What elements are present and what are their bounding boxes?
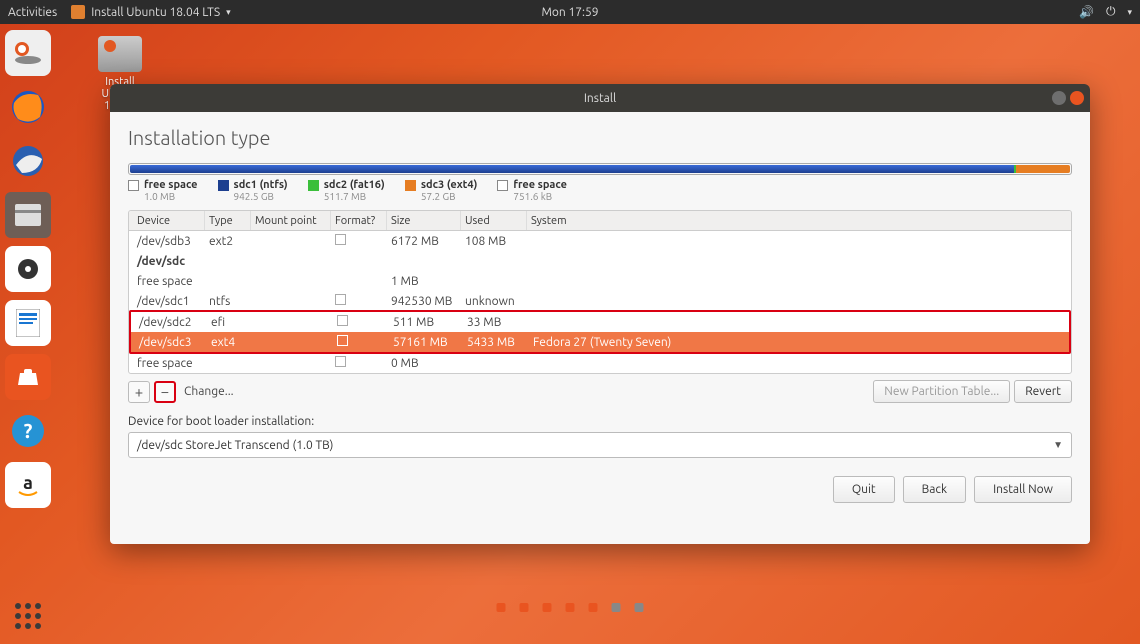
new-partition-table-button[interactable]: New Partition Table... bbox=[873, 380, 1010, 403]
close-button[interactable] bbox=[1070, 91, 1084, 105]
legend-item: free space751.6 kB bbox=[497, 179, 567, 202]
legend-item: sdc2 (fat16)511.7 MB bbox=[308, 179, 385, 202]
col-used[interactable]: Used bbox=[461, 211, 527, 230]
dock-help[interactable]: ? bbox=[5, 408, 51, 454]
top-panel: Activities Install Ubuntu 18.04 LTS ▾ Mo… bbox=[0, 0, 1140, 24]
power-icon[interactable]: ⏻ bbox=[1106, 5, 1116, 19]
partition-table: Device Type Mount point Format? Size Use… bbox=[128, 210, 1072, 374]
window-titlebar[interactable]: Install bbox=[110, 84, 1090, 112]
revert-button[interactable]: Revert bbox=[1014, 380, 1072, 403]
format-checkbox[interactable] bbox=[337, 335, 348, 346]
col-size[interactable]: Size bbox=[387, 211, 461, 230]
swatch-icon bbox=[497, 180, 508, 191]
legend-item: free space1.0 MB bbox=[128, 179, 198, 202]
chevron-down-icon: ▾ bbox=[1127, 7, 1132, 18]
partition-row[interactable]: free space1 MB bbox=[129, 271, 1071, 291]
activities-button[interactable]: Activities bbox=[8, 6, 57, 19]
partition-row[interactable]: free space0 MB bbox=[129, 353, 1071, 373]
highlighted-rows: /dev/sdc2efi511 MB33 MB/dev/sdc3ext45716… bbox=[129, 310, 1071, 354]
clock[interactable]: Mon 17:59 bbox=[541, 6, 598, 19]
dock-software[interactable] bbox=[5, 354, 51, 400]
svg-text:a: a bbox=[23, 473, 33, 493]
change-partition-button[interactable]: Change... bbox=[184, 385, 234, 398]
partition-row[interactable]: /dev/sdc bbox=[129, 251, 1071, 271]
format-checkbox[interactable] bbox=[335, 234, 346, 245]
col-device[interactable]: Device bbox=[133, 211, 205, 230]
app-title: Install Ubuntu 18.04 LTS bbox=[91, 6, 220, 19]
dock-amazon[interactable]: a bbox=[5, 462, 51, 508]
ubiquity-icon bbox=[71, 5, 85, 19]
format-checkbox[interactable] bbox=[335, 356, 346, 367]
window-title: Install bbox=[584, 92, 616, 105]
dock-files[interactable] bbox=[5, 192, 51, 238]
dock-ubiquity[interactable] bbox=[5, 30, 51, 76]
show-applications-button[interactable] bbox=[10, 598, 46, 634]
dock-thunderbird[interactable] bbox=[5, 138, 51, 184]
quit-button[interactable]: Quit bbox=[833, 476, 895, 503]
bootloader-label: Device for boot loader installation: bbox=[128, 415, 1072, 428]
table-header: Device Type Mount point Format? Size Use… bbox=[129, 211, 1071, 231]
swatch-icon bbox=[218, 180, 229, 191]
legend-item: sdc3 (ext4)57.2 GB bbox=[405, 179, 478, 202]
dock-writer[interactable] bbox=[5, 300, 51, 346]
svg-text:?: ? bbox=[24, 419, 33, 442]
launcher-dock: ? a bbox=[0, 24, 56, 644]
app-indicator[interactable]: Install Ubuntu 18.04 LTS ▾ bbox=[71, 5, 230, 19]
partition-row[interactable]: /dev/sdb3ext26172 MB108 MB bbox=[129, 231, 1071, 251]
page-heading: Installation type bbox=[128, 126, 1072, 149]
format-checkbox[interactable] bbox=[337, 315, 348, 326]
swatch-icon bbox=[308, 180, 319, 191]
swatch-icon bbox=[405, 180, 416, 191]
installer-icon bbox=[98, 36, 142, 72]
bootloader-device-combo[interactable]: /dev/sdc StoreJet Transcend (1.0 TB) ▼ bbox=[128, 432, 1072, 458]
swatch-icon bbox=[128, 180, 139, 191]
col-type[interactable]: Type bbox=[205, 211, 251, 230]
bootloader-device-value: /dev/sdc StoreJet Transcend (1.0 TB) bbox=[137, 439, 333, 452]
partition-row[interactable]: /dev/sdc2efi511 MB33 MB bbox=[131, 312, 1069, 332]
col-mount[interactable]: Mount point bbox=[251, 211, 331, 230]
volume-icon[interactable]: 🔊 bbox=[1079, 5, 1094, 19]
format-checkbox[interactable] bbox=[335, 294, 346, 305]
chevron-down-icon: ▼ bbox=[1053, 439, 1063, 451]
col-format[interactable]: Format? bbox=[331, 211, 387, 230]
partition-row[interactable]: /dev/sdc1ntfs942530 MBunknown bbox=[129, 291, 1071, 311]
remove-partition-button[interactable]: − bbox=[154, 381, 176, 403]
ubiquity-window: Install Installation type free space1.0 … bbox=[110, 84, 1090, 544]
add-partition-button[interactable]: + bbox=[128, 381, 150, 403]
minimize-button[interactable] bbox=[1052, 91, 1066, 105]
chevron-down-icon: ▾ bbox=[226, 7, 231, 18]
dock-rhythmbox[interactable] bbox=[5, 246, 51, 292]
partition-legend: free space1.0 MB sdc1 (ntfs)942.5 GB sdc… bbox=[128, 179, 1072, 202]
col-system[interactable]: System bbox=[527, 211, 1067, 230]
install-now-button[interactable]: Install Now bbox=[974, 476, 1072, 503]
step-indicator bbox=[497, 603, 644, 612]
back-button[interactable]: Back bbox=[903, 476, 966, 503]
partition-usage-bar bbox=[128, 163, 1072, 175]
legend-item: sdc1 (ntfs)942.5 GB bbox=[218, 179, 288, 202]
dock-firefox[interactable] bbox=[5, 84, 51, 130]
partition-row[interactable]: /dev/sdc3ext457161 MB5433 MBFedora 27 (T… bbox=[131, 332, 1069, 352]
table-body: /dev/sdb3ext26172 MB108 MB/dev/sdcfree s… bbox=[129, 231, 1071, 373]
